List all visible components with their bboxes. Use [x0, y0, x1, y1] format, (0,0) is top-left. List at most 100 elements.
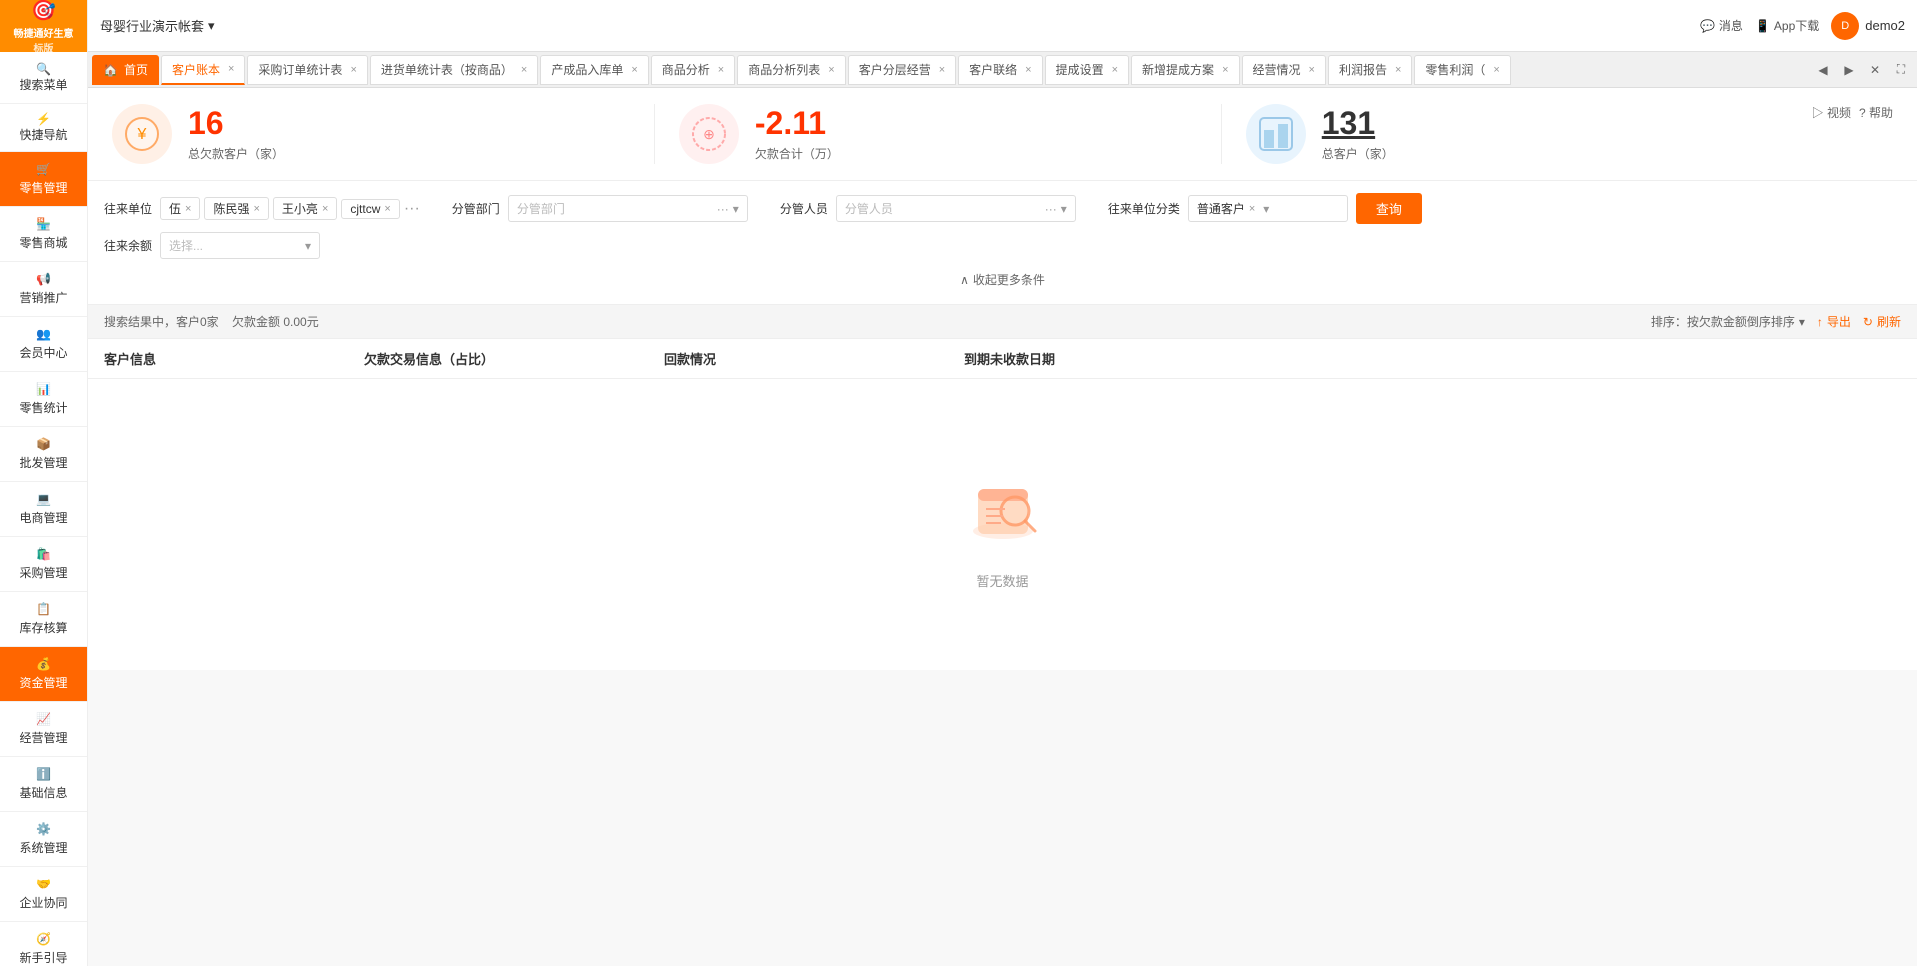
remove-unit-type-tag[interactable]: ×	[1249, 203, 1255, 215]
result-info: 搜索结果中，客户0家 欠款金额 0.00元	[104, 313, 319, 330]
tab-product-analysis-list[interactable]: 商品分析列表 ×	[737, 55, 845, 85]
filter-area: 往来单位 伍 × 陈民强 × 王小亮 × cjttcw	[88, 181, 1917, 305]
close-operation-icon[interactable]: ×	[1309, 64, 1315, 76]
sidebar-quick-label: 快捷导航	[8, 126, 79, 143]
close-raise-settings-icon[interactable]: ×	[1112, 64, 1118, 76]
sidebar-purchase-label: 采购管理	[19, 564, 67, 581]
dept-filter-label: 分管部门	[452, 200, 500, 217]
avatar: D	[1831, 12, 1859, 40]
tab-home[interactable]: 🏠 首页	[92, 55, 159, 85]
sidebar-item-marketing[interactable]: 📢 营销推广	[0, 262, 87, 317]
tab-new-raise[interactable]: 新增提成方案 ×	[1131, 55, 1239, 85]
query-button[interactable]: 查询	[1356, 193, 1422, 224]
tab-profit-report-label: 利润报告	[1339, 61, 1387, 78]
sidebar-item-ecommerce-mgmt[interactable]: 💻 电商管理	[0, 482, 87, 537]
sidebar-item-wholesale-mgmt[interactable]: 📦 批发管理	[0, 427, 87, 482]
sidebar-item-new-guide[interactable]: 🧭 新手引导	[0, 922, 87, 966]
help-btn[interactable]: ? 帮助	[1859, 104, 1893, 121]
sidebar-item-enterprise-collab[interactable]: 🤝 企业协同	[0, 867, 87, 922]
tab-retail-profit[interactable]: 零售利润（ ×	[1414, 55, 1510, 85]
balance-arrow-icon: ▾	[305, 239, 311, 253]
tab-customer-book[interactable]: 客户账本 ×	[161, 55, 245, 85]
remove-cjttcw-tag[interactable]: ×	[384, 203, 390, 215]
remove-wu-tag[interactable]: ×	[185, 203, 191, 215]
tab-product-inbound-label: 产成品入库单	[551, 61, 623, 78]
video-btn[interactable]: ▷ 视频	[1812, 104, 1851, 121]
topbar-left: 母婴行业演示帐套 ▾	[100, 16, 215, 35]
sidebar-item-basic-info[interactable]: ℹ️ 基础信息	[0, 757, 87, 812]
tab-expand-button[interactable]: ⛶	[1889, 58, 1913, 82]
balance-select[interactable]: 选择... ▾	[160, 232, 320, 259]
person-arrow-icon: ▾	[1061, 202, 1067, 216]
close-profit-report-icon[interactable]: ×	[1395, 64, 1401, 76]
tab-purchase-order[interactable]: 采购订单统计表 ×	[247, 55, 367, 85]
close-customer-layer-icon[interactable]: ×	[939, 64, 945, 76]
close-customer-book-icon[interactable]: ×	[228, 63, 234, 75]
close-product-analysis-icon[interactable]: ×	[718, 64, 724, 76]
collapse-button[interactable]: ∧ 收起更多条件	[960, 271, 1045, 288]
stat-value-total: 131	[1322, 106, 1394, 141]
close-product-analysis-list-icon[interactable]: ×	[828, 64, 834, 76]
close-new-raise-icon[interactable]: ×	[1222, 64, 1228, 76]
tab-close-all-button[interactable]: ✕	[1863, 58, 1887, 82]
sidebar-item-retail-mgmt[interactable]: 🛒 零售管理	[0, 152, 87, 207]
sidebar-item-retail-shop[interactable]: 🏪 零售商城	[0, 207, 87, 262]
tab-product-inbound[interactable]: 产成品入库单 ×	[540, 55, 648, 85]
tab-customer-layer[interactable]: 客户分层经营 ×	[848, 55, 956, 85]
sidebar-item-quick-nav[interactable]: ⚡ 快捷导航	[0, 104, 87, 152]
messages-button[interactable]: 💬 消息	[1700, 17, 1743, 34]
close-purchase-order-icon[interactable]: ×	[350, 64, 356, 76]
tab-product-analysis[interactable]: 商品分析 ×	[651, 55, 735, 85]
tab-operation[interactable]: 经营情况 ×	[1242, 55, 1326, 85]
sidebar-item-member-center[interactable]: 👥 会员中心	[0, 317, 87, 372]
tab-retail-profit-label: 零售利润（	[1425, 61, 1485, 78]
sort-button[interactable]: 排序：按欠款金额倒序排序 ▾	[1651, 313, 1805, 330]
tab-next-button[interactable]: ▶	[1837, 58, 1861, 82]
close-purchase-stats-icon[interactable]: ×	[521, 64, 527, 76]
marketing-icon: 📢	[36, 272, 51, 286]
basic-info-icon: ℹ️	[36, 767, 51, 781]
tab-purchase-stats[interactable]: 进货单统计表（按商品） ×	[370, 55, 538, 85]
sidebar-basic-label: 基础信息	[19, 784, 67, 801]
sidebar-item-inventory-check[interactable]: 📋 库存核算	[0, 592, 87, 647]
person-select[interactable]: 分管人员 ··· ▾	[836, 195, 1076, 222]
more-tags-icon[interactable]: ···	[404, 200, 420, 218]
tab-operation-label: 经营情况	[1253, 61, 1301, 78]
remove-chen-tag[interactable]: ×	[253, 203, 259, 215]
sidebar-item-operation-mgmt[interactable]: 📈 经营管理	[0, 702, 87, 757]
tab-prev-button[interactable]: ◀	[1811, 58, 1835, 82]
account-dropdown[interactable]: 母婴行业演示帐套 ▾	[100, 16, 215, 35]
tabbar-nav: ◀ ▶ ✕ ⛶	[1811, 58, 1913, 82]
refresh-button[interactable]: ↻ 刷新	[1863, 313, 1901, 330]
unit-type-select[interactable]: 普通客户 × ▾	[1188, 195, 1348, 222]
tab-profit-report[interactable]: 利润报告 ×	[1328, 55, 1412, 85]
remove-wang-tag[interactable]: ×	[322, 203, 328, 215]
tabbar: 🏠 首页 客户账本 × 采购订单统计表 × 进货单统计表（按商品） × 产成品入…	[88, 52, 1917, 88]
close-retail-profit-icon[interactable]: ×	[1493, 64, 1499, 76]
sidebar-item-purchase-mgmt[interactable]: 🛍️ 采购管理	[0, 537, 87, 592]
tab-new-raise-label: 新增提成方案	[1142, 61, 1214, 78]
sidebar-item-retail-stats[interactable]: 📊 零售统计	[0, 372, 87, 427]
sidebar-item-search[interactable]: 🔍 搜索菜单	[0, 52, 87, 104]
tab-raise-settings[interactable]: 提成设置 ×	[1045, 55, 1129, 85]
stat-value-debt: -2.11	[755, 106, 839, 141]
sidebar-retail-shop-label: 零售商城	[19, 234, 67, 251]
sidebar-item-finance-mgmt[interactable]: 💰 资金管理	[0, 647, 87, 702]
tab-customer-contact[interactable]: 客户联络 ×	[958, 55, 1042, 85]
close-product-inbound-icon[interactable]: ×	[631, 64, 637, 76]
close-customer-contact-icon[interactable]: ×	[1025, 64, 1031, 76]
user-info[interactable]: D demo2	[1831, 12, 1905, 40]
svg-text:¥: ¥	[137, 126, 147, 143]
dept-select[interactable]: 分管部门 ··· ▾	[508, 195, 748, 222]
messages-label: 消息	[1719, 17, 1743, 34]
app-download-button[interactable]: 📱 App下载	[1755, 17, 1819, 34]
stats-row: ¥ 16 总欠款客户（家） ⊕ -2.11 欠款合计	[88, 88, 1917, 181]
retail-mgmt-icon: 🛒	[36, 162, 51, 176]
tab-customer-contact-label: 客户联络	[969, 61, 1017, 78]
unit-tag-chen: 陈民强 ×	[204, 197, 268, 220]
person-filter-label: 分管人员	[780, 200, 828, 217]
stat-icon-2: ⊕	[679, 104, 739, 164]
export-button[interactable]: ↑ 导出	[1817, 313, 1851, 330]
app-download-icon: 📱	[1755, 19, 1770, 33]
sidebar-item-system-mgmt[interactable]: ⚙️ 系统管理	[0, 812, 87, 867]
